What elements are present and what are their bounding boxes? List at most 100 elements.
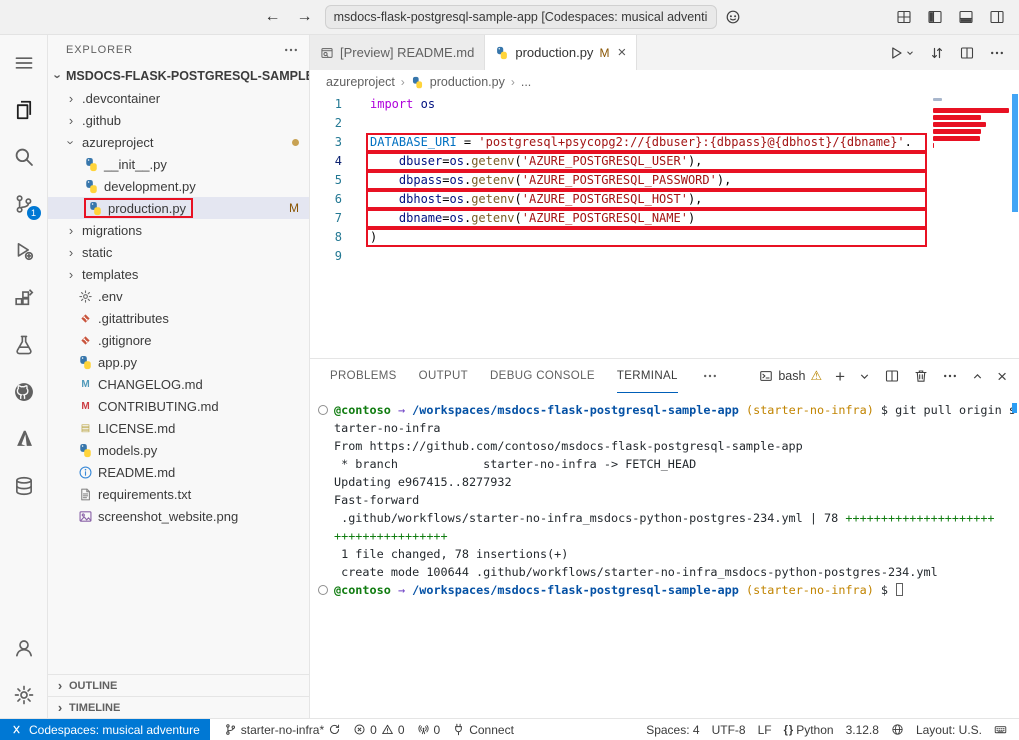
customize-layout-icon[interactable]	[896, 9, 912, 25]
tree-item-migrations[interactable]: ›migrations	[48, 219, 309, 241]
code-line-1[interactable]: 1import os	[310, 95, 927, 114]
tree-item-gitattributes[interactable]: .gitattributes	[48, 307, 309, 329]
split-terminal-icon[interactable]	[884, 368, 900, 384]
remote-explorer-icon[interactable]	[0, 462, 48, 509]
back-icon[interactable]: ←	[265, 8, 281, 26]
copilot-icon[interactable]	[725, 9, 741, 25]
terminal-profile-bash[interactable]: bash ⚠	[759, 368, 822, 384]
toggle-panel-icon[interactable]	[958, 9, 974, 25]
code-line-content[interactable]	[366, 114, 927, 133]
code-line-content[interactable]: DATABASE_URI = 'postgresql+psycopg2://{d…	[366, 133, 927, 152]
feedback-status[interactable]	[885, 719, 910, 740]
breadcrumb-item[interactable]: ...	[521, 75, 531, 89]
extensions-icon[interactable]	[0, 274, 48, 321]
tab-problems[interactable]: PROBLEMS	[330, 359, 397, 393]
tree-item-init-py[interactable]: __init__.py	[48, 153, 309, 175]
breadcrumb-item[interactable]: azureproject	[326, 75, 395, 89]
code-line-5[interactable]: 5 dbpass=os.getenv('AZURE_POSTGRESQL_PAS…	[310, 171, 927, 190]
more-actions-icon[interactable]	[989, 45, 1005, 61]
source-control-icon[interactable]: 1	[0, 180, 48, 227]
tree-item-requirements-txt[interactable]: requirements.txt	[48, 483, 309, 505]
tree-item-license-md[interactable]: ▤LICENSE.md	[48, 417, 309, 439]
code-lines[interactable]: 1import os23DATABASE_URI = 'postgresql+p…	[310, 94, 927, 358]
forward-icon[interactable]: →	[297, 8, 313, 26]
more-icon[interactable]	[702, 368, 718, 384]
tree-item-static[interactable]: ›static	[48, 241, 309, 263]
code-line-8[interactable]: 8)	[310, 228, 927, 247]
run-python-file-button[interactable]	[888, 45, 915, 61]
tree-item-changelog-md[interactable]: MCHANGELOG.md	[48, 373, 309, 395]
search-icon[interactable]	[0, 133, 48, 180]
toggle-sidebar-icon[interactable]	[927, 9, 943, 25]
breadcrumb-item[interactable]: production.py	[430, 75, 505, 89]
kill-terminal-icon[interactable]	[913, 368, 929, 384]
tree-item-contributing-md[interactable]: MCONTRIBUTING.md	[48, 395, 309, 417]
close-icon[interactable]: ×	[617, 44, 626, 61]
indent-status[interactable]: Spaces: 4	[640, 719, 705, 740]
settings-gear-icon[interactable]	[0, 671, 48, 718]
explorer-icon[interactable]	[0, 86, 48, 133]
tab-preview-readme[interactable]: [Preview] README.md	[310, 35, 485, 70]
code-line-content[interactable]: dbpass=os.getenv('AZURE_POSTGRESQL_PASSW…	[366, 171, 927, 190]
account-icon[interactable]	[0, 624, 48, 671]
more-actions-icon[interactable]	[283, 42, 299, 58]
branch-status[interactable]: starter-no-infra*	[218, 719, 347, 740]
more-icon[interactable]	[942, 368, 958, 384]
tree-root-folder[interactable]: › MSDOCS-FLASK-POSTGRESQL-SAMPLE-...	[48, 65, 309, 87]
new-terminal-icon[interactable]: +	[835, 368, 845, 385]
ports-status[interactable]: 0	[411, 719, 447, 740]
code-line-content[interactable]: dbuser=os.getenv('AZURE_POSTGRESQL_USER'…	[366, 152, 927, 171]
code-line-9[interactable]: 9	[310, 247, 927, 266]
remote-indicator[interactable]: Codespaces: musical adventure	[0, 719, 210, 740]
code-line-content[interactable]: dbname=os.getenv('AZURE_POSTGRESQL_NAME'…	[366, 209, 927, 228]
tree-item-screenshot-website-png[interactable]: screenshot_website.png	[48, 505, 309, 527]
timeline-section[interactable]: › TIMELINE	[48, 696, 309, 718]
eol-status[interactable]: LF	[752, 719, 778, 740]
tree-item-templates[interactable]: ›templates	[48, 263, 309, 285]
keyboard-layout-status[interactable]: Layout: U.S.	[910, 719, 988, 740]
interpreter-status[interactable]: 3.12.8	[840, 719, 885, 740]
tree-item-app-py[interactable]: app.py	[48, 351, 309, 373]
tab-debug-console[interactable]: DEBUG CONSOLE	[490, 359, 595, 393]
code-line-content[interactable]: import os	[366, 95, 927, 114]
tree-item-devcontainer[interactable]: ›.devcontainer	[48, 87, 309, 109]
code-line-content[interactable]: dbhost=os.getenv('AZURE_POSTGRESQL_HOST'…	[366, 190, 927, 209]
tab-terminal[interactable]: TERMINAL	[617, 359, 678, 393]
code-line-6[interactable]: 6 dbhost=os.getenv('AZURE_POSTGRESQL_HOS…	[310, 190, 927, 209]
tree-item-models-py[interactable]: models.py	[48, 439, 309, 461]
tree-item-azureproject[interactable]: ›azureproject	[48, 131, 309, 153]
minimap[interactable]	[927, 94, 1019, 358]
outline-section[interactable]: › OUTLINE	[48, 674, 309, 696]
connect-status[interactable]: Connect	[446, 719, 520, 740]
code-line-content[interactable]	[366, 247, 927, 266]
code-line-4[interactable]: 4 dbuser=os.getenv('AZURE_POSTGRESQL_USE…	[310, 152, 927, 171]
language-status[interactable]: { } Python	[778, 719, 840, 740]
command-center[interactable]: msdocs-flask-postgresql-sample-app [Code…	[325, 5, 717, 29]
terminal[interactable]: @contoso → /workspaces/msdocs-flask-post…	[310, 393, 1019, 718]
toggle-secondary-sidebar-icon[interactable]	[989, 9, 1005, 25]
code-line-3[interactable]: 3DATABASE_URI = 'postgresql+psycopg2://{…	[310, 133, 927, 152]
close-panel-icon[interactable]: ×	[997, 368, 1007, 385]
code-line-2[interactable]: 2	[310, 114, 927, 133]
code-line-content[interactable]: )	[366, 228, 927, 247]
testing-icon[interactable]	[0, 321, 48, 368]
tree-item-production-py[interactable]: production.pyM	[48, 197, 309, 219]
problems-status[interactable]: 0 0	[347, 719, 410, 740]
tab-output[interactable]: OUTPUT	[419, 359, 468, 393]
azure-icon[interactable]	[0, 415, 48, 462]
tree-item-gitignore[interactable]: .gitignore	[48, 329, 309, 351]
tree-item-github[interactable]: ›.github	[48, 109, 309, 131]
swap-editors-icon[interactable]	[929, 45, 945, 61]
encoding-status[interactable]: UTF-8	[706, 719, 752, 740]
overview-ruler-decoration[interactable]	[1012, 94, 1018, 212]
github-icon[interactable]	[0, 368, 48, 415]
tree-item-development-py[interactable]: development.py	[48, 175, 309, 197]
maximize-panel-icon[interactable]	[971, 370, 984, 383]
keyboard-icon-status[interactable]	[988, 719, 1013, 740]
tree-item-readme-md[interactable]: README.md	[48, 461, 309, 483]
code-line-7[interactable]: 7 dbname=os.getenv('AZURE_POSTGRESQL_NAM…	[310, 209, 927, 228]
tab-production-py[interactable]: production.py M ×	[485, 35, 637, 70]
chevron-down-icon[interactable]	[858, 370, 871, 383]
run-and-debug-icon[interactable]	[0, 227, 48, 274]
tree-item-env[interactable]: .env	[48, 285, 309, 307]
